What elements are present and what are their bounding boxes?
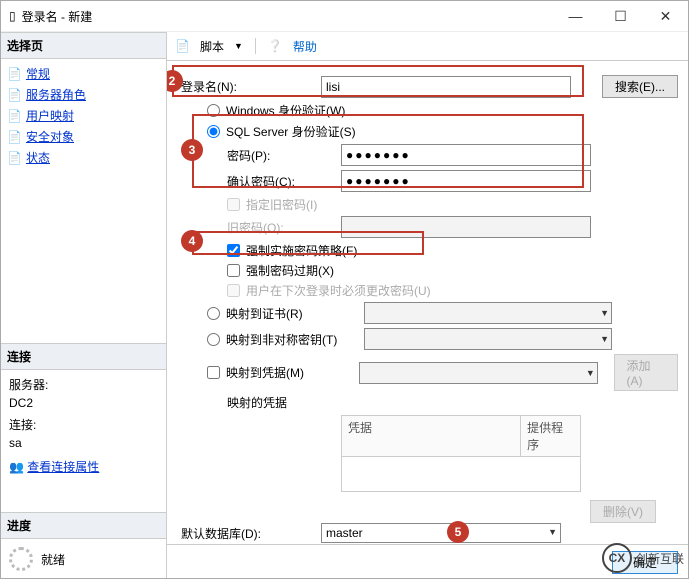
connection-info: 服务器: DC2 连接: sa 👥 查看连接属性 xyxy=(1,370,166,482)
server-label: 服务器: xyxy=(9,376,158,394)
map-cred-label: 映射到凭据(M) xyxy=(226,364,355,381)
progress-status: 就绪 xyxy=(41,551,65,568)
watermark-logo-icon: CX xyxy=(602,543,632,573)
marker-3: 3 xyxy=(181,139,203,161)
highlight-box-3 xyxy=(192,114,584,188)
remove-button: 删除(V) xyxy=(590,500,656,523)
map-asym-label: 映射到非对称密钥(T) xyxy=(226,331,360,348)
help-icon: ❔ xyxy=(268,39,283,53)
search-button[interactable]: 搜索(E)... xyxy=(602,75,678,98)
enforce-expire-check[interactable] xyxy=(227,264,240,277)
add-button: 添加(A) xyxy=(614,354,678,391)
cred-table-body xyxy=(341,457,581,492)
minimize-button[interactable]: — xyxy=(553,1,598,31)
progress-header: 进度 xyxy=(1,512,166,539)
select-page-header: 选择页 xyxy=(1,32,166,59)
watermark-text: 创新互联 xyxy=(636,550,684,567)
marker-4: 4 xyxy=(181,230,203,252)
default-db-label: 默认数据库(D): xyxy=(181,525,321,542)
nav-item-general[interactable]: 📄 常规 xyxy=(1,63,166,84)
view-connection-link[interactable]: 查看连接属性 xyxy=(27,460,99,474)
nav-list: 📄 常规 📄 服务器角色 📄 用户映射 📄 安全对象 📄 状态 xyxy=(1,59,166,172)
mapped-cred-label: 映射的凭据 xyxy=(227,394,287,411)
window-icon: ▯ xyxy=(9,9,16,23)
cred-table-header: 凭据 提供程序 xyxy=(341,415,581,457)
col-provider: 提供程序 xyxy=(521,416,580,456)
map-cert-label: 映射到证书(R) xyxy=(226,305,360,322)
script-button[interactable]: 脚本 xyxy=(200,38,224,55)
titlebar: ▯ 登录名 - 新建 — ☐ ✕ xyxy=(1,1,688,32)
asym-dropdown: ▼ xyxy=(364,328,612,350)
toolbar: 📄 脚本 ▼ ❔ 帮助 xyxy=(167,32,688,61)
enforce-expire-label: 强制密码过期(X) xyxy=(246,262,334,279)
default-db-select[interactable]: master xyxy=(321,523,561,543)
script-icon: 📄 xyxy=(175,39,190,53)
nav-item-server-roles[interactable]: 📄 服务器角色 xyxy=(1,84,166,105)
map-cert-radio[interactable] xyxy=(207,307,220,320)
highlight-box-2 xyxy=(172,65,584,97)
specify-old-password-check xyxy=(227,198,240,211)
server-value: DC2 xyxy=(9,394,158,412)
must-change-label: 用户在下次登录时必须更改密码(U) xyxy=(246,282,431,299)
map-asym-radio[interactable] xyxy=(207,333,220,346)
highlight-box-4 xyxy=(192,231,424,255)
window-title: 登录名 - 新建 xyxy=(22,8,93,25)
map-cred-check[interactable] xyxy=(207,366,220,379)
nav-item-user-mapping[interactable]: 📄 用户映射 xyxy=(1,105,166,126)
must-change-check xyxy=(227,284,240,297)
progress-spinner-icon xyxy=(9,547,33,571)
form-area: 1 2 3 4 5 登录名(N): 搜索(E)... Windo xyxy=(167,61,688,544)
connection-header: 连接 xyxy=(1,343,166,370)
marker-5: 5 xyxy=(447,521,469,543)
cred-dropdown: ▼ xyxy=(359,362,598,384)
cert-dropdown: ▼ xyxy=(364,302,612,324)
left-pane: 选择页 📄 常规 📄 服务器角色 📄 用户映射 📄 安全对象 📄 状态 连接 服… xyxy=(1,32,167,579)
maximize-button[interactable]: ☐ xyxy=(598,1,643,31)
help-button[interactable]: 帮助 xyxy=(293,38,317,55)
watermark: CX 创新互联 xyxy=(602,543,684,573)
right-pane: 📄 脚本 ▼ ❔ 帮助 1 2 3 4 5 登录名(N): xyxy=(167,32,688,579)
nav-item-status[interactable]: 📄 状态 xyxy=(1,147,166,168)
connection-label: 连接: xyxy=(9,416,158,434)
specify-old-password-label: 指定旧密码(I) xyxy=(246,196,317,213)
close-button[interactable]: ✕ xyxy=(643,1,688,31)
nav-item-securables[interactable]: 📄 安全对象 xyxy=(1,126,166,147)
col-cred: 凭据 xyxy=(342,416,521,456)
connection-value: sa xyxy=(9,434,158,452)
